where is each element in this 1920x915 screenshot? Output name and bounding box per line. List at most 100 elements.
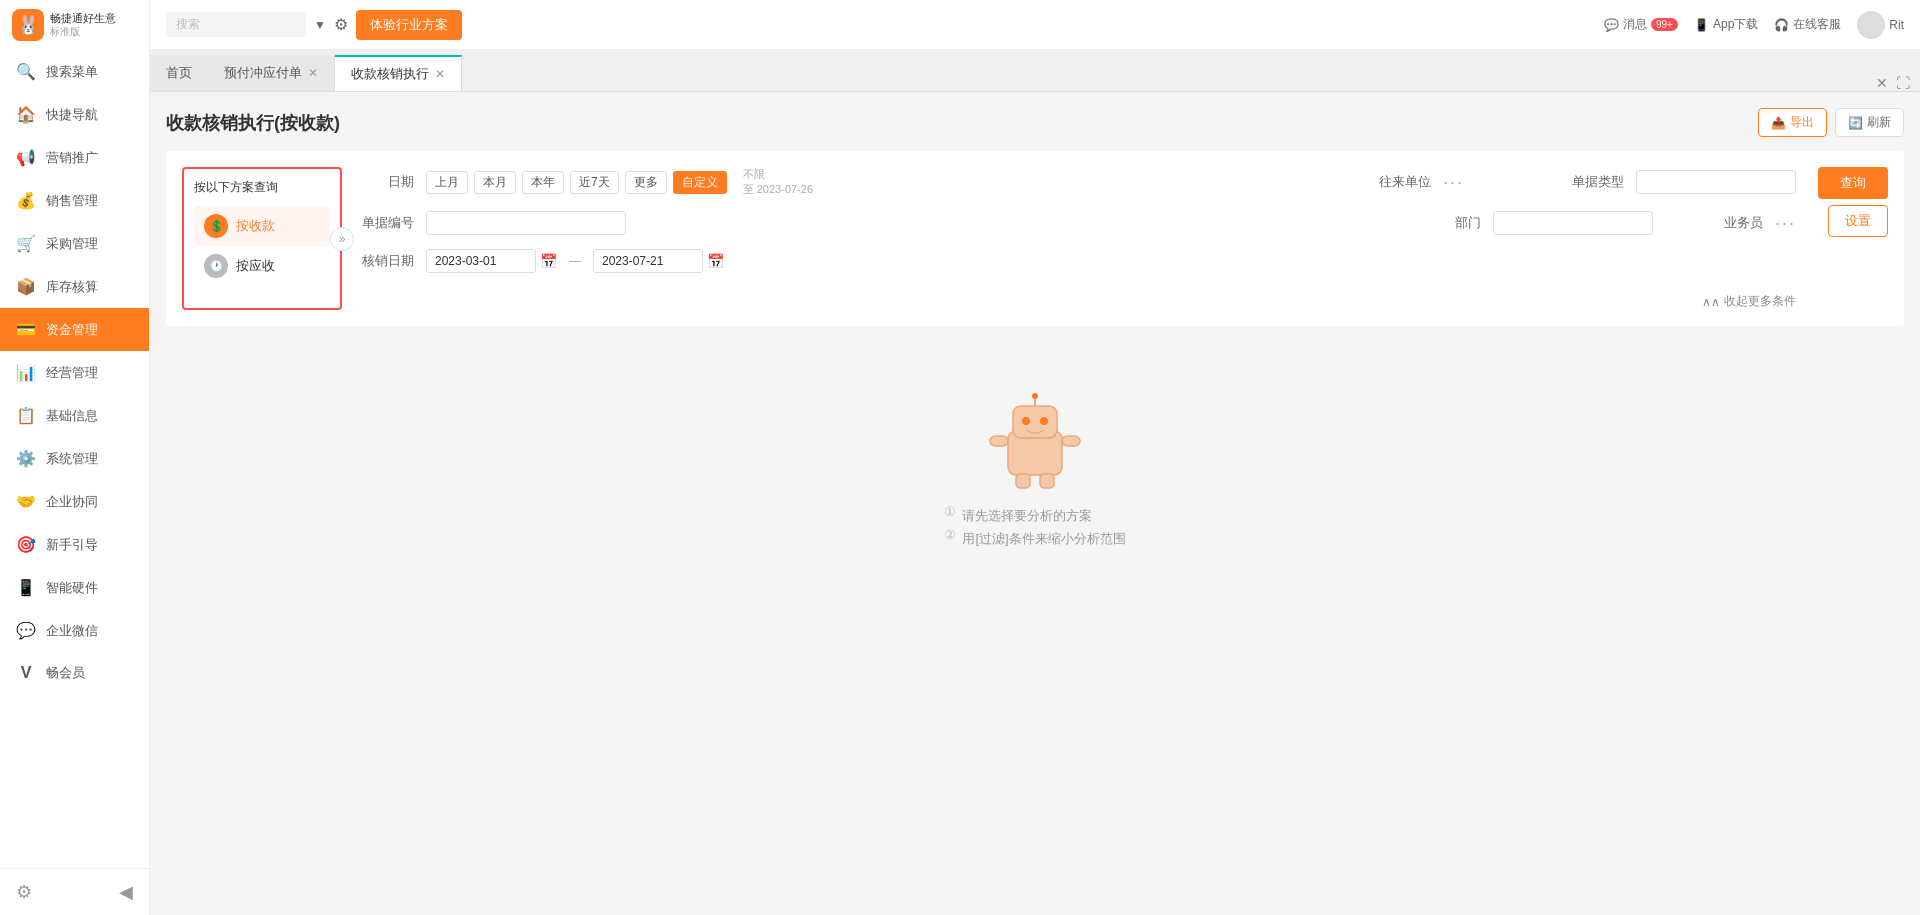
dept-select[interactable] (1493, 211, 1653, 235)
dept-select-wrap (1493, 211, 1653, 235)
doc-no-label: 单据编号 (358, 214, 414, 232)
tab-prepay-close-icon[interactable]: ✕ (308, 66, 318, 80)
empty-robot-illustration (980, 386, 1090, 496)
filter-action-col: 查询 设置 (1818, 167, 1888, 310)
option-by-receivable[interactable]: 🕐 按应收 (194, 246, 330, 286)
header-gear-icon[interactable]: ⚙ (334, 15, 348, 34)
panel-collapse-button[interactable]: » (330, 227, 354, 251)
logo-text: 畅捷通好生意 标准版 (50, 11, 116, 39)
main-area: 搜索 ▼ ⚙ 体验行业方案 💬 消息 99+ 📱 App下载 🎧 在线客服 Ri (150, 0, 1920, 915)
header-left: 搜索 ▼ ⚙ 体验行业方案 (166, 10, 462, 40)
setting-button[interactable]: 设置 (1828, 205, 1888, 237)
operations-icon: 📊 (16, 363, 36, 382)
svg-rect-7 (1062, 436, 1080, 446)
user-info-item[interactable]: Rit (1857, 11, 1904, 39)
header-dropdown-icon[interactable]: ▼ (314, 18, 326, 32)
verify-date-end-wrap: 📅 (593, 249, 724, 273)
counterparty-dots[interactable]: ··· (1443, 172, 1464, 193)
sidebar-item-system[interactable]: ⚙️ 系统管理 (0, 437, 149, 480)
collapse-sidebar-icon[interactable]: ◀ (119, 881, 133, 903)
sidebar-item-purchase[interactable]: 🛒 采购管理 (0, 222, 149, 265)
date-last-month-btn[interactable]: 上月 (426, 171, 468, 194)
verify-date-end-input[interactable] (593, 249, 703, 273)
page-content: 收款核销执行(按收款) 📤 导出 🔄 刷新 按以下方案查询 💲 按收款 (150, 92, 1920, 915)
sidebar-item-base-info[interactable]: 📋 基础信息 (0, 394, 149, 437)
settings-icon[interactable]: ⚙ (16, 881, 32, 903)
header-search-text: 搜索 (176, 16, 200, 33)
option-by-payment[interactable]: 💲 按收款 (194, 206, 330, 246)
search-menu-icon: 🔍 (16, 62, 36, 81)
tab-close-all-icon[interactable]: ✕ (1876, 75, 1888, 91)
sidebar-item-quick-nav[interactable]: 🏠 快捷导航 (0, 93, 149, 136)
sidebar-item-search-menu[interactable]: 🔍 搜索菜单 (0, 50, 149, 93)
sidebar-logo: 🐰 畅捷通好生意 标准版 (0, 0, 149, 50)
message-item[interactable]: 💬 消息 99+ (1604, 16, 1678, 33)
tab-prepay[interactable]: 预付冲应付单 ✕ (208, 55, 335, 91)
doc-type-label: 单据类型 (1568, 173, 1624, 191)
staff-dots[interactable]: ··· (1775, 213, 1796, 234)
date-7days-btn[interactable]: 近7天 (570, 171, 619, 194)
date-no-limit-text: 不限 (743, 167, 813, 182)
tab-collection[interactable]: 收款核销执行 ✕ (335, 55, 462, 91)
filter-row-2: 单据编号 部门 业务员 ··· (358, 211, 1796, 235)
header-search-box: 搜索 (166, 12, 306, 37)
date-to-text: 至 2023-07-26 (743, 182, 813, 197)
guide-icon: 🎯 (16, 535, 36, 554)
more-conditions-button[interactable]: ∧∧ 收起更多条件 (1702, 293, 1796, 310)
query-button[interactable]: 查询 (1818, 167, 1888, 199)
sidebar-footer: ⚙ ◀ (0, 868, 149, 915)
doc-type-select[interactable] (1636, 170, 1796, 194)
page-title-bar: 收款核销执行(按收款) 📤 导出 🔄 刷新 (166, 108, 1904, 137)
verify-date-start-calendar-icon[interactable]: 📅 (540, 253, 557, 269)
app-download-item[interactable]: 📱 App下载 (1694, 16, 1758, 33)
date-this-month-btn[interactable]: 本月 (474, 171, 516, 194)
industry-solution-button[interactable]: 体验行业方案 (356, 10, 462, 40)
svg-rect-8 (1016, 474, 1030, 488)
verify-date-start-input[interactable] (426, 249, 536, 273)
export-button[interactable]: 📤 导出 (1758, 108, 1827, 137)
base-info-icon: 📋 (16, 406, 36, 425)
sidebar-item-wechat[interactable]: 💬 企业微信 (0, 609, 149, 652)
by-receivable-icon: 🕐 (204, 254, 228, 278)
svg-point-3 (1040, 417, 1048, 425)
svg-point-5 (1032, 393, 1038, 399)
logo-icon: 🐰 (12, 9, 44, 41)
top-header: 搜索 ▼ ⚙ 体验行业方案 💬 消息 99+ 📱 App下载 🎧 在线客服 Ri (150, 0, 1920, 50)
sidebar-item-marketing[interactable]: 📢 营销推广 (0, 136, 149, 179)
wechat-icon: 💬 (16, 621, 36, 640)
empty-state-hints: ① 请先选择要分析的方案 ② 用[过滤]条件来缩小分析范围 (944, 504, 1125, 551)
verify-date-end-calendar-icon[interactable]: 📅 (707, 253, 724, 269)
more-conditions-row: ∧∧ 收起更多条件 (358, 287, 1796, 310)
sidebar-item-finance[interactable]: 💳 资金管理 (0, 308, 149, 351)
sidebar-item-sales[interactable]: 💰 销售管理 (0, 179, 149, 222)
date-this-year-btn[interactable]: 本年 (522, 171, 564, 194)
purchase-icon: 🛒 (16, 234, 36, 253)
search-area: 按以下方案查询 💲 按收款 🕐 按应收 » 日期 (166, 151, 1904, 326)
sidebar-item-inventory[interactable]: 📦 库存核算 (0, 265, 149, 308)
empty-state: ① 请先选择要分析的方案 ② 用[过滤]条件来缩小分析范围 (166, 326, 1904, 591)
tab-bar-actions: ✕ ⛶ (1866, 75, 1920, 91)
sidebar-item-enterprise[interactable]: 🤝 企业协同 (0, 480, 149, 523)
date-more-btn[interactable]: 更多 (625, 171, 667, 194)
sidebar-item-operations[interactable]: 📊 经营管理 (0, 351, 149, 394)
tab-bar: 首页 预付冲应付单 ✕ 收款核销执行 ✕ ✕ ⛶ (150, 50, 1920, 92)
refresh-button[interactable]: 🔄 刷新 (1835, 108, 1904, 137)
sidebar-item-guide[interactable]: 🎯 新手引导 (0, 523, 149, 566)
tab-expand-icon[interactable]: ⛶ (1896, 75, 1910, 91)
sidebar-item-member[interactable]: V 畅会员 (0, 652, 149, 694)
doc-type-select-wrap (1636, 170, 1796, 194)
customer-service-item[interactable]: 🎧 在线客服 (1774, 16, 1841, 33)
header-right: 💬 消息 99+ 📱 App下载 🎧 在线客服 Rit (1604, 11, 1904, 39)
tab-home[interactable]: 首页 (150, 55, 208, 91)
query-scheme-title: 按以下方案查询 (194, 179, 330, 196)
filter-form: 日期 上月 本月 本年 近7天 更多 自定义 不限 至 2023-07-26 (358, 167, 1796, 310)
date-label: 日期 (358, 173, 414, 191)
sidebar-item-hardware[interactable]: 📱 智能硬件 (0, 566, 149, 609)
sidebar-nav: 🔍 搜索菜单 🏠 快捷导航 📢 营销推广 💰 销售管理 🛒 采购管理 📦 库存核… (0, 50, 149, 868)
chevron-up-icon: ∧∧ (1702, 295, 1720, 309)
query-scheme-panel: 按以下方案查询 💲 按收款 🕐 按应收 » (182, 167, 342, 310)
doc-no-input[interactable] (426, 211, 626, 235)
tab-collection-close-icon[interactable]: ✕ (435, 67, 445, 81)
member-icon: V (16, 664, 36, 682)
date-custom-btn[interactable]: 自定义 (673, 171, 727, 194)
